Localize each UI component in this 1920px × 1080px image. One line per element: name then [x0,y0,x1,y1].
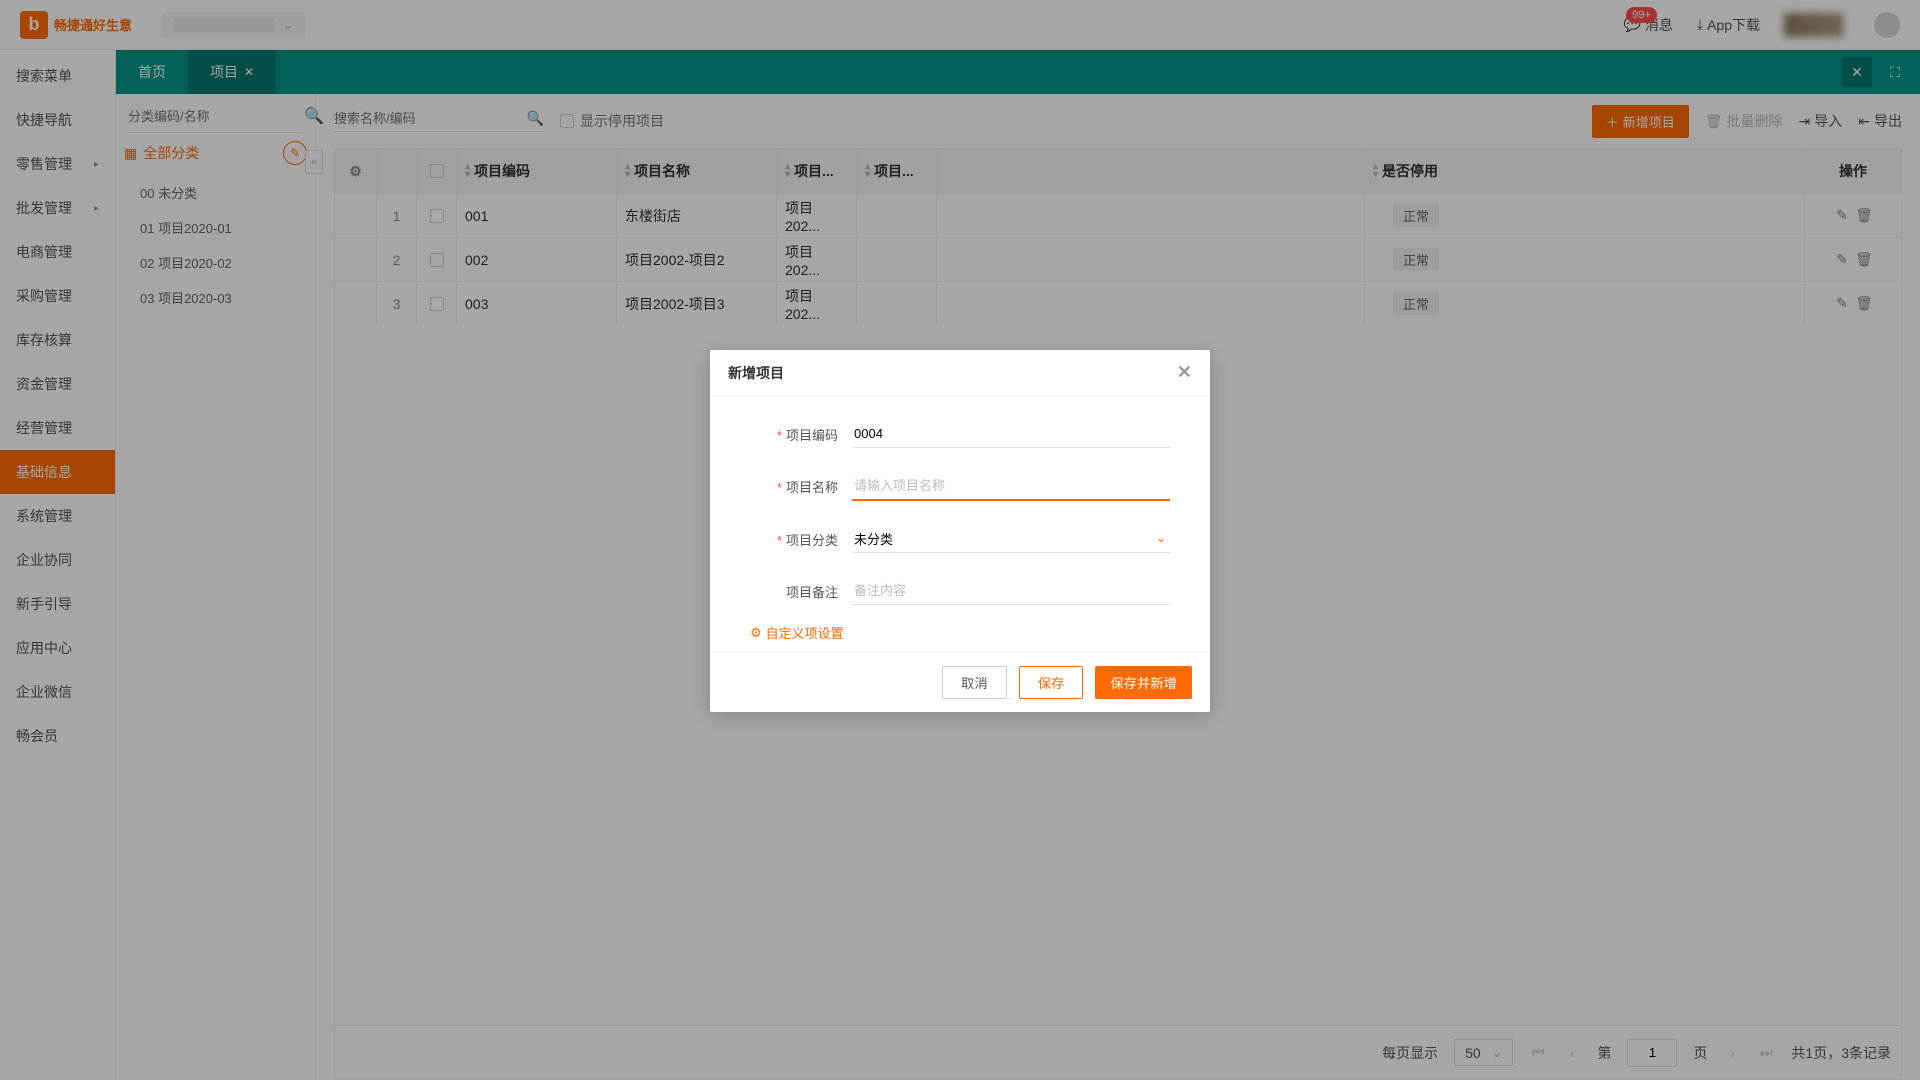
label-code: 项目编码 [786,428,838,443]
dialog-title: 新增项目 [728,363,784,383]
add-project-dialog: 新增项目 ✕ *项目编码 *项目名称 *项目分类 ⌄ 项目备注 [710,350,1210,712]
save-button[interactable]: 保存 [1019,666,1084,699]
custom-fields-link[interactable]: ⚙ 自定义项设置 [750,623,1170,642]
gear-icon: ⚙ [750,625,762,641]
input-name[interactable] [852,472,1170,501]
input-code[interactable] [852,420,1170,448]
label-name: 项目名称 [786,480,838,495]
save-and-new-button[interactable]: 保存并新增 [1095,666,1192,699]
modal-overlay: 新增项目 ✕ *项目编码 *项目名称 *项目分类 ⌄ 项目备注 [0,0,1920,1080]
label-note: 项目备注 [786,585,838,600]
select-category[interactable] [852,525,1170,553]
close-icon[interactable]: ✕ [1177,362,1192,383]
label-cat: 项目分类 [786,533,838,548]
cancel-button[interactable]: 取消 [942,666,1007,699]
chevron-down-icon: ⌄ [1156,531,1166,545]
custom-fields-label: 自定义项设置 [766,623,844,642]
input-note[interactable] [852,577,1170,605]
